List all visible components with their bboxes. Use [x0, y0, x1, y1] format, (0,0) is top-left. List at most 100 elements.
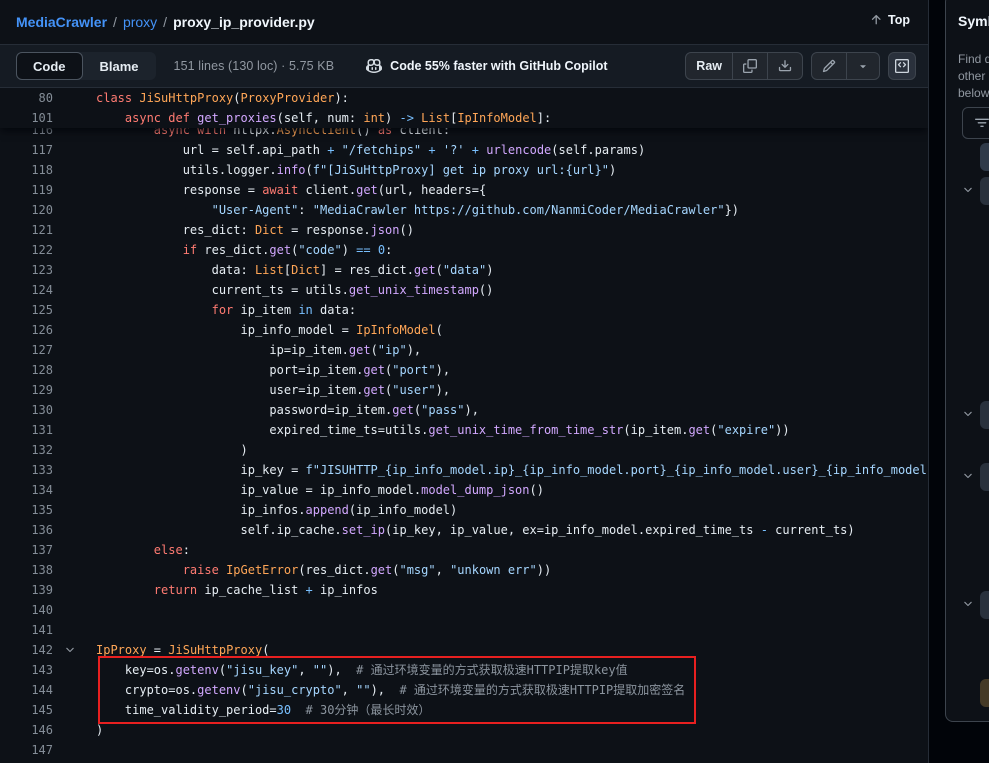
download-button[interactable] [767, 53, 802, 79]
line-number[interactable]: 137 [0, 540, 53, 560]
chevron-down-icon [64, 644, 76, 656]
code-line: 138 raise IpGetError(res_dict.get("msg",… [0, 560, 928, 580]
copy-button[interactable] [732, 53, 767, 79]
code-text: time_validity_period=30 # 30分钟（最长时效） [96, 700, 928, 720]
code-text: crypto=os.getenv("jisu_crypto", ""), # 通… [96, 680, 928, 700]
line-number[interactable]: 134 [0, 480, 53, 500]
symbol-list-item[interactable] [980, 143, 989, 171]
fold-slot [53, 600, 96, 620]
tab-code[interactable]: Code [16, 52, 83, 80]
line-number[interactable]: 146 [0, 720, 53, 740]
line-number[interactable]: 127 [0, 340, 53, 360]
line-number[interactable]: 143 [0, 660, 53, 680]
code-text: data: List[Dict] = res_dict.get("data") [96, 260, 928, 280]
fold-slot [53, 720, 96, 740]
sticky-scope-lines: 80class JiSuHttpProxy(ProxyProvider):101… [0, 88, 928, 128]
line-number[interactable]: 122 [0, 240, 53, 260]
breadcrumb-folder-link[interactable]: proxy [123, 14, 157, 30]
symbol-list-item[interactable] [980, 401, 989, 429]
fold-toggle[interactable] [53, 640, 96, 660]
code-line: 136 self.ip_cache.set_ip(ip_key, ip_valu… [0, 520, 928, 540]
line-number[interactable]: 131 [0, 420, 53, 440]
symbol-list-item[interactable] [980, 177, 989, 205]
symbols-panel-title: Symbols [958, 13, 989, 29]
symbol-list-item[interactable] [980, 679, 989, 707]
line-number[interactable]: 117 [0, 140, 53, 160]
back-to-top-link[interactable]: Top [869, 13, 910, 27]
line-number[interactable]: 144 [0, 680, 53, 700]
line-number[interactable]: 138 [0, 560, 53, 580]
code-text: expired_time_ts=utils.get_unix_time_from… [96, 420, 928, 440]
copilot-banner: Code 55% faster with GitHub Copilot [366, 58, 607, 74]
copilot-banner-text: Code 55% faster with GitHub Copilot [390, 59, 607, 73]
code-line: 129 user=ip_item.get("user"), [0, 380, 928, 400]
code-text: raise IpGetError(res_dict.get("msg", "un… [96, 560, 928, 580]
file-toolbar: Code Blame 151 lines (130 loc) · 5.75 KB… [0, 44, 928, 88]
line-number[interactable]: 119 [0, 180, 53, 200]
line-number[interactable]: 135 [0, 500, 53, 520]
arrow-up-icon [869, 13, 883, 27]
line-number[interactable]: 147 [0, 740, 53, 760]
tab-blame[interactable]: Blame [83, 52, 156, 80]
symbol-expand-chevron[interactable] [962, 597, 978, 613]
line-number[interactable]: 123 [0, 260, 53, 280]
line-number[interactable]: 140 [0, 600, 53, 620]
fold-slot [53, 180, 96, 200]
caret-down-icon [857, 60, 869, 72]
line-number[interactable]: 132 [0, 440, 53, 460]
code-text [96, 620, 928, 640]
code-line: 127 ip=ip_item.get("ip"), [0, 340, 928, 360]
line-number[interactable]: 80 [0, 88, 53, 108]
line-number[interactable]: 121 [0, 220, 53, 240]
line-number[interactable]: 120 [0, 200, 53, 220]
code-line: 128 port=ip_item.get("port"), [0, 360, 928, 380]
copy-icon [743, 59, 757, 73]
line-number[interactable]: 126 [0, 320, 53, 340]
line-number[interactable]: 141 [0, 620, 53, 640]
line-number[interactable]: 125 [0, 300, 53, 320]
code-line: 125 for ip_item in data: [0, 300, 928, 320]
code-line: 146) [0, 720, 928, 740]
symbols-filter-button[interactable] [962, 107, 989, 139]
line-number[interactable]: 145 [0, 700, 53, 720]
code-line: 119 response = await client.get(url, hea… [0, 180, 928, 200]
chevron-down-icon [962, 184, 974, 196]
line-number[interactable]: 136 [0, 520, 53, 540]
line-number[interactable]: 124 [0, 280, 53, 300]
raw-button-group: Raw [685, 52, 803, 80]
line-number[interactable]: 118 [0, 160, 53, 180]
line-number[interactable]: 142 [0, 640, 53, 660]
breadcrumb-repo-link[interactable]: MediaCrawler [16, 14, 107, 30]
line-number[interactable]: 128 [0, 360, 53, 380]
line-number[interactable]: 129 [0, 380, 53, 400]
chevron-down-icon [962, 598, 974, 610]
symbol-list-item[interactable] [980, 463, 989, 491]
code-text: return ip_cache_list + ip_infos [96, 580, 928, 600]
symbol-expand-chevron[interactable] [962, 407, 978, 423]
fold-slot [53, 240, 96, 260]
line-number[interactable]: 130 [0, 400, 53, 420]
symbol-expand-chevron[interactable] [962, 183, 978, 199]
fold-slot [53, 300, 96, 320]
top-link-label: Top [888, 13, 910, 27]
code-line: 118 utils.logger.info(f"[JiSuHttpProxy] … [0, 160, 928, 180]
code-blame-switch: Code Blame [16, 52, 156, 80]
fold-slot [53, 260, 96, 280]
code-line: 143 key=os.getenv("jisu_key", ""), # 通过环… [0, 660, 928, 680]
symbols-panel-toggle-button[interactable] [888, 52, 916, 80]
line-number[interactable]: 139 [0, 580, 53, 600]
edit-dropdown-button[interactable] [846, 53, 879, 79]
pencil-icon [822, 59, 836, 73]
line-number[interactable]: 133 [0, 460, 53, 480]
symbol-list-item[interactable] [980, 591, 989, 619]
code-square-icon [895, 59, 909, 73]
symbol-expand-chevron[interactable] [962, 469, 978, 485]
fold-slot [53, 160, 96, 180]
code-text: ) [96, 440, 928, 460]
raw-button[interactable]: Raw [686, 53, 732, 79]
code-text: ip_infos.append(ip_info_model) [96, 500, 928, 520]
toolbar-actions: Raw [685, 52, 916, 80]
edit-button[interactable] [812, 53, 846, 79]
breadcrumb-separator: / [113, 14, 117, 30]
line-number[interactable]: 101 [0, 108, 53, 128]
